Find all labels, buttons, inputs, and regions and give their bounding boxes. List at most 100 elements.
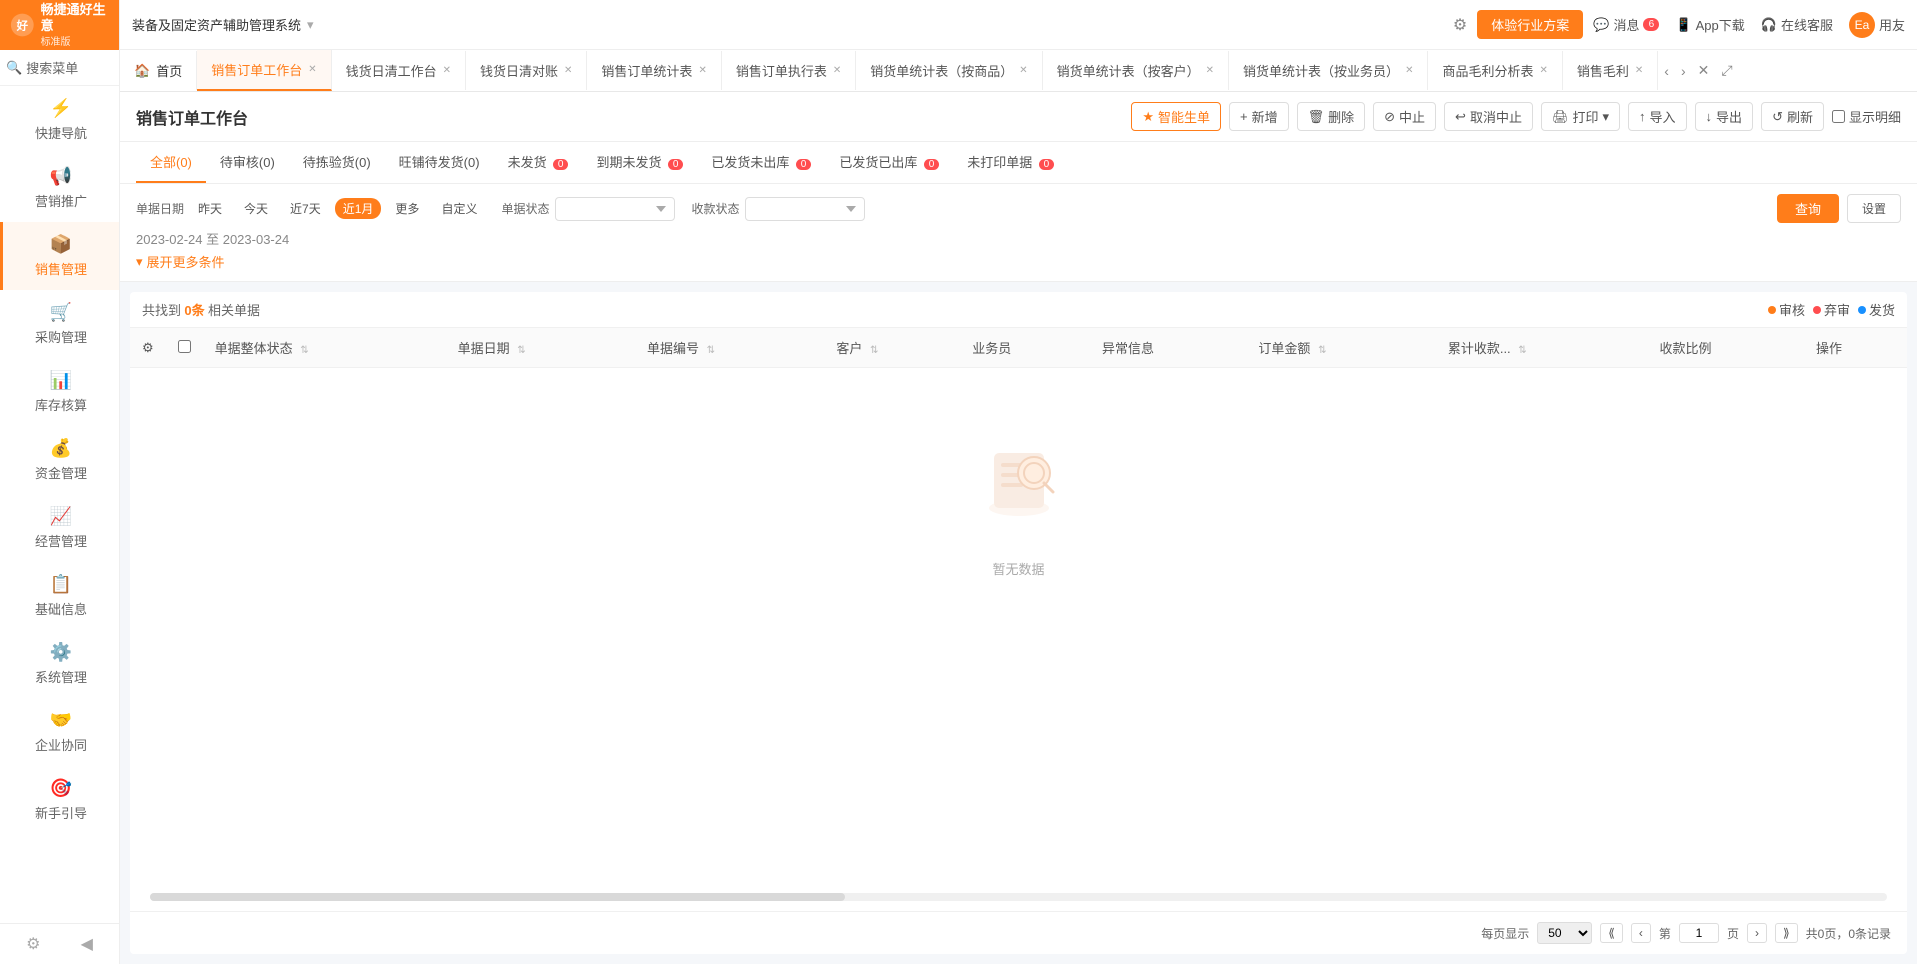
sidebar-item-quick-nav[interactable]: ⚡ 快捷导航 — [0, 86, 119, 154]
date-sort-icon[interactable]: ⇅ — [517, 345, 525, 356]
select-all-checkbox[interactable] — [178, 340, 191, 353]
tab-sales-summary-customer-close[interactable]: ✕ — [1206, 65, 1214, 76]
page-next-btn[interactable]: › — [1747, 923, 1767, 943]
page-prev-btn[interactable]: ‹ — [1631, 923, 1651, 943]
sidebar-item-sales[interactable]: 📦 销售管理 — [0, 222, 119, 290]
reject-btn[interactable]: 弃审 — [1813, 300, 1850, 319]
sub-tab-unshipped[interactable]: 未发货 0 — [494, 142, 583, 183]
expand-arrow-icon[interactable]: ▾ — [307, 17, 314, 33]
sub-tab-all[interactable]: 全部(0) — [136, 142, 206, 183]
sub-tab-wangpu-ship[interactable]: 旺铺待发货(0) — [385, 142, 494, 183]
sidebar-item-system[interactable]: ⚙️ 系统管理 — [0, 630, 119, 698]
online-service-btn[interactable]: 🎧 在线客服 — [1761, 15, 1833, 34]
ship-btn[interactable]: 发货 — [1858, 300, 1895, 319]
cumulative-sort-icon[interactable]: ⇅ — [1518, 345, 1526, 356]
sidebar-item-operations[interactable]: 📈 经营管理 — [0, 494, 119, 562]
settings-icon[interactable]: ⚙ — [142, 340, 154, 355]
expand-filter-btn[interactable]: ▾ 展开更多条件 — [136, 252, 1901, 271]
tab-cash-clear[interactable]: 钱货日清工作台 ✕ — [332, 51, 466, 90]
status-sort-icon[interactable]: ⇅ — [300, 345, 308, 356]
date-btn-yesterday[interactable]: 昨天 — [190, 198, 230, 219]
page-number-input[interactable] — [1679, 923, 1719, 943]
message-btn[interactable]: 💬 消息 6 — [1593, 15, 1659, 34]
tab-sales-stats-label: 销售订单统计表 — [601, 61, 692, 80]
sidebar-item-marketing[interactable]: 📢 营销推广 — [0, 154, 119, 222]
date-btn-today[interactable]: 今天 — [236, 198, 276, 219]
add-btn[interactable]: + 新增 — [1229, 102, 1289, 131]
tab-sales-workbench-close[interactable]: ✕ — [308, 64, 316, 75]
tab-cash-reconcile-close[interactable]: ✕ — [564, 65, 572, 76]
sidebar-item-enterprise[interactable]: 🤝 企业协同 — [0, 698, 119, 766]
cancel-stop-btn[interactable]: ↩ 取消中止 — [1444, 102, 1533, 131]
print-btn[interactable]: 🖨 打印 ▾ — [1541, 102, 1620, 131]
payment-select[interactable] — [745, 197, 865, 221]
amount-sort-icon[interactable]: ⇅ — [1318, 345, 1326, 356]
audit-btn[interactable]: 审核 — [1768, 300, 1805, 319]
sub-tab-pending[interactable]: 待审核(0) — [206, 142, 289, 183]
sidebar-collapse-btn[interactable]: ◀ — [81, 934, 93, 954]
number-sort-icon[interactable]: ⇅ — [707, 345, 715, 356]
tab-sales-more[interactable]: 销售毛利 ✕ — [1563, 51, 1658, 90]
sidebar-item-search[interactable]: 🔍 搜索菜单 — [0, 50, 119, 86]
delete-btn[interactable]: 🗑 删除 — [1297, 102, 1366, 131]
settings-icon[interactable]: ⚙ — [1453, 15, 1467, 35]
sub-tab-shipped-out[interactable]: 已发货已出库 0 — [825, 142, 953, 183]
date-btn-1month[interactable]: 近1月 — [335, 198, 382, 219]
page-first-btn[interactable]: ⟪ — [1600, 923, 1623, 943]
smart-create-btn[interactable]: ★ 智能生单 — [1131, 102, 1221, 131]
show-detail-checkbox[interactable] — [1832, 110, 1845, 123]
sidebar-item-purchase[interactable]: 🛒 采购管理 — [0, 290, 119, 358]
set-btn[interactable]: 设置 — [1847, 194, 1901, 223]
sidebar-item-inventory[interactable]: 📊 库存核算 — [0, 358, 119, 426]
tab-expand[interactable]: ⤢ — [1715, 54, 1738, 87]
ship-label: 发货 — [1869, 300, 1895, 319]
tab-sales-exec-close[interactable]: ✕ — [833, 65, 841, 76]
finance-icon: 💰 — [50, 438, 72, 459]
tab-sales-summary-customer[interactable]: 销货单统计表（按客户） ✕ — [1043, 51, 1229, 90]
tab-scroll-left[interactable]: ‹ — [1658, 55, 1675, 87]
tab-sales-exec[interactable]: 销售订单执行表 ✕ — [722, 51, 856, 90]
tab-sales-more-close[interactable]: ✕ — [1635, 65, 1643, 76]
sidebar-item-finance[interactable]: 💰 资金管理 — [0, 426, 119, 494]
sub-tab-overdue-unshipped[interactable]: 到期未发货 0 — [582, 142, 697, 183]
sidebar-item-basic[interactable]: 📋 基础信息 — [0, 562, 119, 630]
tab-close-all[interactable]: ✕ — [1692, 54, 1716, 87]
user-menu-btn[interactable]: Ea 用友 — [1849, 12, 1905, 38]
sidebar-settings-btn[interactable]: ⚙ — [26, 934, 40, 954]
tab-scroll-right[interactable]: › — [1675, 55, 1692, 87]
date-btn-custom[interactable]: 自定义 — [433, 198, 485, 219]
tab-home[interactable]: 🏠 首页 — [120, 51, 197, 90]
date-btn-more[interactable]: 更多 — [387, 198, 427, 219]
page-last-btn[interactable]: ⟫ — [1775, 923, 1798, 943]
tab-gross-profit[interactable]: 商品毛利分析表 ✕ — [1428, 51, 1562, 90]
date-btn-7days[interactable]: 近7天 — [282, 198, 329, 219]
stop-btn[interactable]: ⊘ 中止 — [1373, 102, 1436, 131]
horizontal-scroll[interactable] — [130, 889, 1907, 911]
industry-btn[interactable]: 体验行业方案 — [1477, 10, 1583, 39]
date-range-text: 2023-02-24 至 2023-03-24 — [136, 232, 289, 247]
tab-cash-reconcile[interactable]: 钱货日清对账 ✕ — [466, 51, 587, 90]
sub-tab-unprinted[interactable]: 未打印单据 0 — [953, 142, 1068, 183]
table-scroll[interactable]: ⚙ 单据整体状态 ⇅ 单据日期 ⇅ — [130, 328, 1907, 889]
sidebar-item-guide[interactable]: 🎯 新手引导 — [0, 766, 119, 834]
tab-sales-summary-product-close[interactable]: ✕ — [1019, 65, 1027, 76]
expand-filter-icon: ▾ — [136, 254, 143, 270]
tab-sales-stats-close[interactable]: ✕ — [698, 65, 706, 76]
refresh-btn[interactable]: ↺ 刷新 — [1761, 102, 1824, 131]
tab-sales-summary-staff[interactable]: 销货单统计表（按业务员） ✕ — [1229, 51, 1428, 90]
tab-cash-clear-close[interactable]: ✕ — [443, 65, 451, 76]
tab-sales-summary-staff-close[interactable]: ✕ — [1405, 65, 1413, 76]
query-btn[interactable]: 查询 — [1777, 194, 1839, 223]
sub-tab-pending-check[interactable]: 待拣验货(0) — [289, 142, 385, 183]
export-btn[interactable]: ↓ 导出 — [1695, 102, 1754, 131]
tab-sales-stats[interactable]: 销售订单统计表 ✕ — [587, 51, 721, 90]
customer-sort-icon[interactable]: ⇅ — [870, 345, 878, 356]
app-download-btn[interactable]: 📱 App下载 — [1675, 15, 1744, 34]
import-btn[interactable]: ↑ 导入 — [1628, 102, 1687, 131]
page-size-select[interactable]: 50 100 200 — [1537, 922, 1592, 944]
tab-sales-workbench[interactable]: 销售订单工作台 ✕ — [197, 50, 331, 91]
status-select[interactable] — [555, 197, 675, 221]
sub-tab-shipped-unout[interactable]: 已发货未出库 0 — [697, 142, 825, 183]
tab-sales-summary-product[interactable]: 销货单统计表（按商品） ✕ — [856, 51, 1042, 90]
tab-gross-profit-close[interactable]: ✕ — [1539, 65, 1547, 76]
